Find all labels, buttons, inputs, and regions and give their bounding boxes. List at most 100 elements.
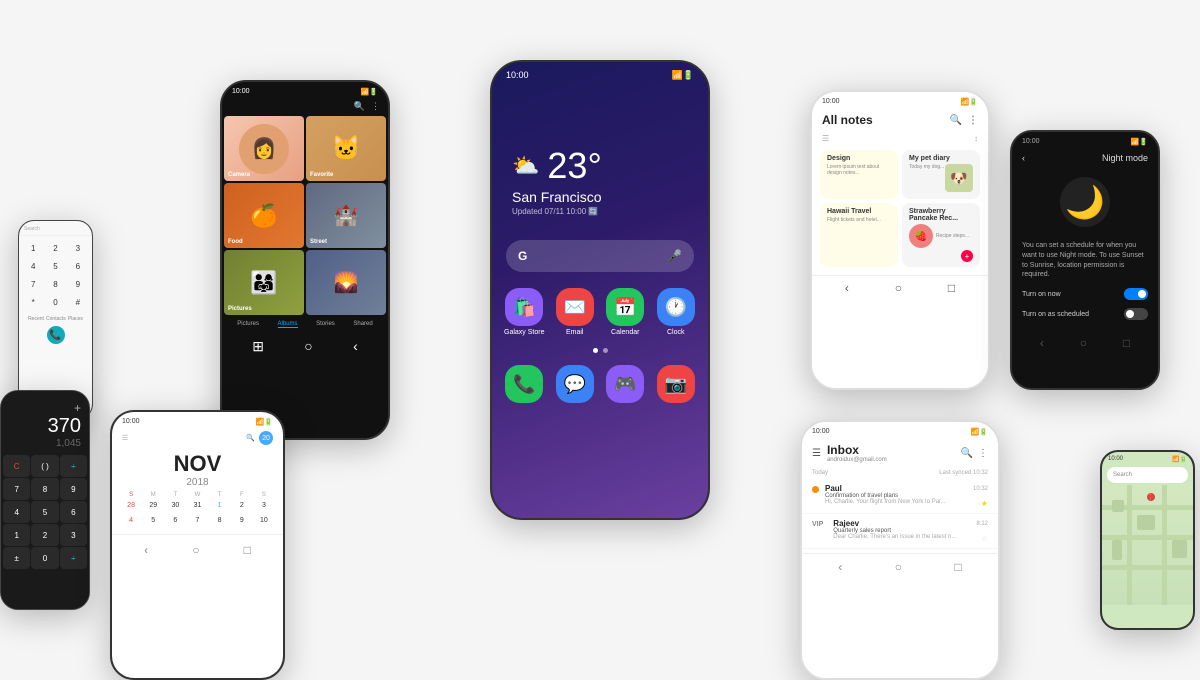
app-grid: 🛍️ Galaxy Store ✉️ Email 📅 Calendar 🕐 Cl…: [492, 282, 708, 342]
app-email[interactable]: ✉️ Email: [553, 288, 598, 336]
key-5[interactable]: 5: [45, 258, 65, 274]
day-sat: S: [253, 492, 275, 498]
call-button[interactable]: 📞: [47, 326, 65, 344]
gallery-grid: 👩 Camera 🐱 Favorite 🍊 Food 🏰 Street 👨‍👩‍…: [222, 114, 388, 317]
gmail-search-icon[interactable]: 🔍: [961, 448, 973, 459]
notes-nav-recents[interactable]: □: [948, 281, 955, 295]
main-search-bar[interactable]: G 🎤: [506, 240, 694, 272]
app-calendar[interactable]: 📅 Calendar: [603, 288, 648, 336]
key-hash[interactable]: #: [68, 294, 88, 310]
notes-nav-back[interactable]: ‹: [845, 281, 849, 295]
key-8[interactable]: 8: [45, 276, 65, 292]
key-4[interactable]: 4: [23, 258, 43, 274]
notes-search-icon[interactable]: 🔍: [950, 115, 962, 126]
tab-stories[interactable]: Stories: [316, 321, 335, 328]
key-7[interactable]: 7: [23, 276, 43, 292]
calc-btn-4[interactable]: 4: [3, 501, 30, 523]
cal-menu-icon[interactable]: ☰: [122, 434, 128, 442]
key-9[interactable]: 9: [68, 276, 88, 292]
gmail-more-icon[interactable]: ⋮: [978, 448, 988, 459]
calc-screen: + 370 1,045 C ( ) ÷ 7 8 9 4 5 6 1 2 3 ± …: [1, 391, 89, 609]
notes-sort-icon[interactable]: ↕: [974, 134, 978, 143]
phone-calculator: + 370 1,045 C ( ) ÷ 7 8 9 4 5 6 1 2 3 ± …: [0, 390, 90, 610]
cal-search-icon[interactable]: 🔍: [246, 434, 255, 442]
note-strawberry-title: Strawberry Pancake Rec...: [909, 208, 973, 222]
cal-nav-recents[interactable]: □: [244, 543, 251, 557]
tab-places[interactable]: Places: [68, 316, 83, 322]
tab-pictures[interactable]: Pictures: [237, 321, 259, 328]
mic-icon: 🎤: [667, 249, 682, 263]
day-fri: F: [231, 492, 253, 498]
dock-messages[interactable]: 💬: [553, 365, 598, 403]
notes-menu-icon[interactable]: ☰: [822, 134, 829, 143]
email-time-paul: 10:32: [973, 486, 988, 492]
note-design[interactable]: Design Lorem ipsum text about design not…: [820, 150, 898, 199]
calc-btn-6[interactable]: 6: [60, 501, 87, 523]
note-hawaii[interactable]: Hawaii Travel Flight tickets and hotel..…: [820, 203, 898, 267]
cal-year: 2018: [112, 477, 283, 488]
night-back-icon[interactable]: ‹: [1022, 153, 1025, 163]
toggle-1-label: Turn on now: [1022, 291, 1061, 298]
gmail-nav-back[interactable]: ‹: [838, 560, 842, 574]
calc-btn-8[interactable]: 8: [31, 478, 58, 500]
calc-btn-1[interactable]: 1: [3, 524, 30, 546]
calc-btn-2[interactable]: 2: [31, 524, 58, 546]
cal-nav-back[interactable]: ‹: [144, 543, 148, 557]
night-status-bar: 10:00 📶🔋: [1012, 132, 1158, 149]
key-3[interactable]: 3: [68, 240, 88, 256]
gmail-menu-icon[interactable]: ☰: [812, 448, 821, 459]
calc-btn-divide[interactable]: ÷: [60, 547, 87, 569]
gmail-section-header: Today Last synced 10:32: [802, 467, 998, 479]
key-2[interactable]: 2: [45, 240, 65, 256]
night-nav-back[interactable]: ‹: [1040, 336, 1044, 350]
calc-btn-3[interactable]: 3: [60, 524, 87, 546]
gmail-nav-recents[interactable]: □: [955, 560, 962, 574]
calc-btn-clear[interactable]: C: [3, 455, 30, 477]
calc-btn-9[interactable]: 9: [60, 478, 87, 500]
calc-btn-paren[interactable]: ( ): [31, 455, 58, 477]
notes-nav-home[interactable]: ○: [895, 281, 902, 295]
key-6[interactable]: 6: [68, 258, 88, 274]
calc-btn-plus-minus[interactable]: ±: [3, 547, 30, 569]
note-design-title: Design: [827, 155, 891, 162]
key-1[interactable]: 1: [23, 240, 43, 256]
email-star-rajeev[interactable]: ☆: [981, 534, 988, 543]
maps-search-bar[interactable]: Search: [1107, 467, 1188, 483]
calendar-screen: 10:00 📶🔋 ☰ 🔍 20 NOV 2018 S M T W T F S 2…: [112, 412, 283, 678]
key-0[interactable]: 0: [45, 294, 65, 310]
email-star-paul[interactable]: ★: [981, 499, 988, 508]
toggle-2-switch[interactable]: [1124, 308, 1148, 320]
night-header: ‹ Night mode: [1012, 149, 1158, 167]
calc-operator: +: [9, 401, 81, 415]
tab-recent[interactable]: Recent: [28, 316, 44, 322]
calc-btn-7[interactable]: 7: [3, 478, 30, 500]
dock-camera[interactable]: 📷: [654, 365, 699, 403]
notes-more-icon[interactable]: ⋮: [968, 115, 978, 126]
note-pet-diary[interactable]: My pet diary 🐶 Today my dog...: [902, 150, 980, 199]
dock-game[interactable]: 🎮: [603, 365, 648, 403]
night-nav-recents[interactable]: □: [1123, 336, 1130, 350]
calc-btn-0[interactable]: 0: [31, 547, 58, 569]
maps-status-bar: 10:00 📶🔋: [1102, 452, 1193, 465]
email-row-rajeev[interactable]: VIP Rajeev 8:12 Quarterly sales report D…: [802, 514, 998, 549]
toggle-1-switch[interactable]: [1124, 288, 1148, 300]
cal-nav-home[interactable]: ○: [192, 543, 199, 557]
page-dots: [492, 348, 708, 353]
tab-albums[interactable]: Albums: [278, 321, 298, 328]
app-clock[interactable]: 🕐 Clock: [654, 288, 699, 336]
note-strawberry[interactable]: Strawberry Pancake Rec... 🍓 Recipe steps…: [902, 203, 980, 267]
gallery-cell-food: 🍊 Food: [224, 183, 304, 248]
email-row-paul[interactable]: Paul 10:32 Confirmation of travel plans …: [802, 479, 998, 514]
calc-btn-div[interactable]: ÷: [60, 455, 87, 477]
tab-contacts[interactable]: Contacts: [46, 316, 66, 322]
calc-btn-5[interactable]: 5: [31, 501, 58, 523]
email-from-rajeev: Rajeev: [833, 519, 859, 528]
app-galaxy-store[interactable]: 🛍️ Galaxy Store: [502, 288, 547, 336]
dock-phone[interactable]: 📞: [502, 365, 547, 403]
night-nav-home[interactable]: ○: [1080, 336, 1087, 350]
key-star[interactable]: *: [23, 294, 43, 310]
gallery-more-icon[interactable]: ⋮: [371, 101, 380, 112]
gallery-search-icon[interactable]: 🔍: [354, 101, 365, 112]
tab-shared[interactable]: Shared: [353, 321, 372, 328]
gmail-nav-home[interactable]: ○: [895, 560, 902, 574]
